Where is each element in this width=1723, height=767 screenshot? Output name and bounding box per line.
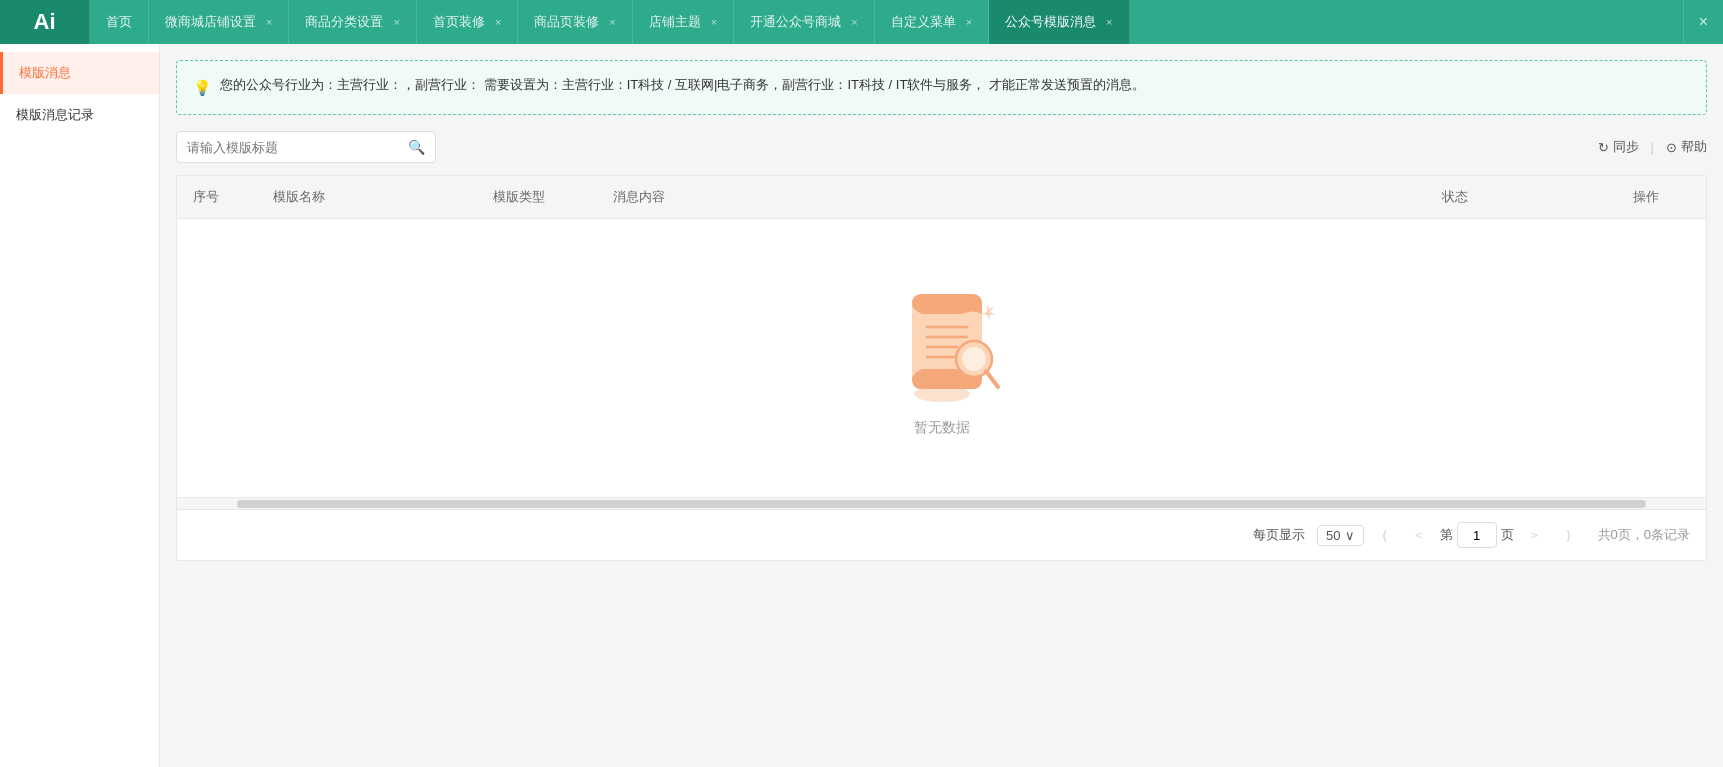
search-button[interactable]: 🔍 (408, 139, 425, 155)
notice-icon: 💡 (193, 76, 212, 100)
logo: Ai (0, 0, 90, 44)
table-header: 序号 模版名称 模版类型 消息内容 状态 操作 (177, 176, 1706, 219)
col-type: 模版类型 (477, 176, 597, 218)
svg-line-7 (986, 371, 998, 387)
search-input-wrap: 🔍 (176, 131, 436, 163)
total-info: 共0页，0条记录 (1598, 526, 1690, 544)
prev-page-button[interactable]: ＜ (1406, 522, 1432, 548)
top-nav: Ai 首页 微商城店铺设置 × 商品分类设置 × 首页装修 × 商品页装修 × … (0, 0, 1723, 44)
empty-text: 暂无数据 (914, 419, 970, 437)
scrollbar-thumb[interactable] (237, 500, 1646, 508)
first-page-button[interactable]: ⟨ (1372, 522, 1398, 548)
empty-svg (882, 279, 1012, 409)
close-tab-product-decoration[interactable]: × (609, 16, 615, 28)
close-tab-template-msg[interactable]: × (1106, 16, 1112, 28)
scrollbar-area[interactable] (177, 497, 1706, 509)
tab-product-decoration[interactable]: 商品页装修 × (518, 0, 632, 44)
last-page-button[interactable]: ⟩ (1556, 522, 1582, 548)
tab-template-msg[interactable]: 公众号模版消息 × (989, 0, 1129, 44)
tab-custom-menu[interactable]: 自定义菜单 × (875, 0, 989, 44)
divider: | (1651, 140, 1654, 155)
tab-open-mall[interactable]: 开通公众号商城 × (734, 0, 874, 44)
col-content: 消息内容 (597, 176, 1426, 218)
content-area: 💡 您的公众号行业为：主营行业：，副营行业： 需要设置为：主营行业：IT科技 /… (160, 44, 1723, 767)
close-tab-home-decoration[interactable]: × (495, 16, 501, 28)
close-tab-category[interactable]: × (393, 16, 399, 28)
close-all-button[interactable]: × (1683, 0, 1723, 44)
help-button[interactable]: ⊙ 帮助 (1666, 138, 1707, 156)
tab-category-settings[interactable]: 商品分类设置 × (289, 0, 416, 44)
search-actions: ↻ 同步 | ⊙ 帮助 (1598, 138, 1707, 156)
sync-button[interactable]: ↻ 同步 (1598, 138, 1639, 156)
close-tab-store-settings[interactable]: × (266, 16, 272, 28)
empty-illustration (882, 279, 1002, 399)
next-page-button[interactable]: ＞ (1522, 522, 1548, 548)
search-input[interactable] (187, 140, 408, 155)
empty-state: 暂无数据 (177, 219, 1706, 497)
close-tab-open-mall[interactable]: × (851, 16, 857, 28)
tab-store-settings[interactable]: 微商城店铺设置 × (149, 0, 289, 44)
tab-store-theme[interactable]: 店铺主题 × (633, 0, 734, 44)
pagination-row: 每页显示 50 ∨ ⟨ ＜ 第 页 ＞ (177, 509, 1706, 560)
sync-icon: ↻ (1598, 140, 1609, 155)
col-action: 操作 (1586, 176, 1706, 218)
notice-box: 💡 您的公众号行业为：主营行业：，副营行业： 需要设置为：主营行业：IT科技 /… (176, 60, 1707, 115)
help-icon: ⊙ (1666, 140, 1677, 155)
col-name: 模版名称 (257, 176, 477, 218)
svg-point-6 (962, 347, 986, 371)
col-seq: 序号 (177, 176, 257, 218)
table-wrap: 序号 模版名称 模版类型 消息内容 状态 操作 (176, 175, 1707, 561)
page-input[interactable] (1457, 522, 1497, 548)
close-tab-custom-menu[interactable]: × (966, 16, 972, 28)
tab-home-decoration[interactable]: 首页装修 × (417, 0, 518, 44)
sidebar-item-template-msg-record[interactable]: 模版消息记录 (0, 94, 159, 136)
page-input-wrap: 第 页 (1440, 522, 1514, 548)
col-status: 状态 (1426, 176, 1586, 218)
sidebar-item-template-msg[interactable]: 模版消息 (0, 52, 159, 94)
tab-home[interactable]: 首页 (90, 0, 149, 44)
page-size-select[interactable]: 50 ∨ (1317, 525, 1363, 546)
notice-text: 您的公众号行业为：主营行业：，副营行业： 需要设置为：主营行业：IT科技 / 互… (220, 75, 1145, 96)
close-tab-store-theme[interactable]: × (711, 16, 717, 28)
search-row: 🔍 ↻ 同步 | ⊙ 帮助 (176, 131, 1707, 163)
main-layout: 模版消息 模版消息记录 💡 您的公众号行业为：主营行业：，副营行业： 需要设置为… (0, 44, 1723, 767)
sidebar: 模版消息 模版消息记录 (0, 44, 160, 767)
chevron-down-icon: ∨ (1345, 528, 1355, 543)
